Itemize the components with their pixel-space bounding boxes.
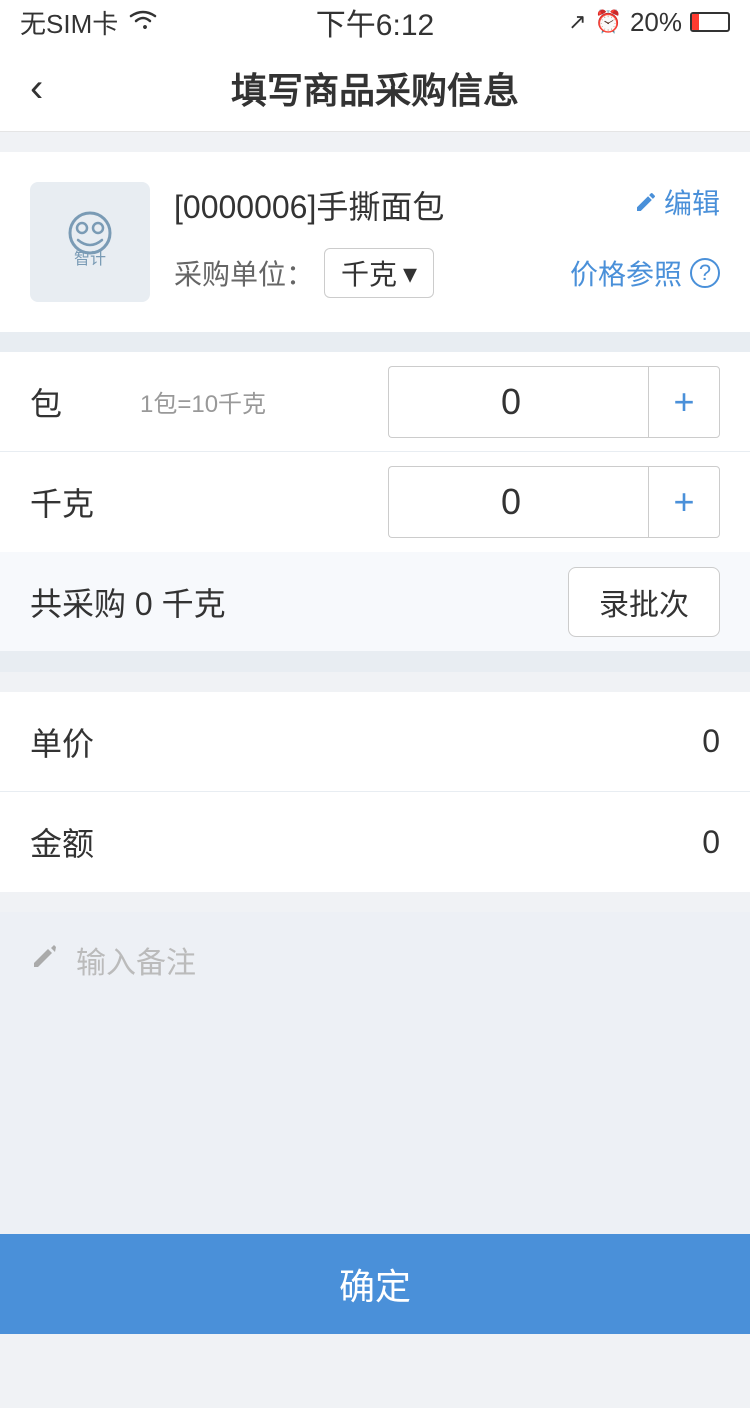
nav-bar: ‹ 填写商品采购信息	[0, 44, 750, 132]
status-bar-right: ↗ ⏰ 20%	[568, 7, 730, 38]
product-image: 智计	[30, 182, 150, 302]
unit-value: 千克	[341, 253, 397, 293]
total-row: 共采购 0 千克 录批次	[0, 552, 750, 652]
section-divider-1	[0, 332, 750, 352]
location-icon: ↗	[568, 9, 586, 35]
kg-plus-button[interactable]: +	[648, 466, 720, 538]
dropdown-icon: ▾	[403, 257, 417, 290]
product-card: 智计 [0000006]手撕面包 编辑 采购单位： 千克 ▾	[0, 152, 750, 332]
main-content: 智计 [0000006]手撕面包 编辑 采购单位： 千克 ▾	[0, 152, 750, 1408]
input-section: 包 1包=10千克 + 千克 +	[0, 352, 750, 552]
note-placeholder: 输入备注	[76, 938, 196, 982]
product-header: [0000006]手撕面包 编辑	[174, 182, 720, 228]
amount-label: 金额	[30, 819, 94, 865]
batch-button[interactable]: 录批次	[568, 567, 720, 637]
note-section[interactable]: 输入备注	[0, 912, 750, 1008]
kg-label: 千克	[30, 479, 130, 525]
kg-input-wrap: +	[388, 466, 720, 538]
status-bar: 无SIM卡 下午6:12 ↗ ⏰ 20%	[0, 0, 750, 44]
product-info: [0000006]手撕面包 编辑 采购单位： 千克 ▾ 价格参照	[174, 182, 720, 298]
product-logo: 智计	[50, 208, 130, 277]
total-text: 共采购 0 千克	[30, 579, 226, 625]
amount-value: 0	[702, 824, 720, 861]
alarm-icon: ⏰	[595, 9, 622, 35]
kg-input[interactable]	[388, 466, 648, 538]
bao-plus-button[interactable]: +	[648, 366, 720, 438]
unit-price-value: 0	[702, 723, 720, 760]
price-section: 单价 0 金额 0	[0, 692, 750, 892]
amount-row: 金额 0	[0, 792, 750, 892]
kg-row: 千克 +	[0, 452, 750, 552]
pencil-icon	[30, 941, 60, 979]
bao-label: 包	[30, 379, 130, 425]
price-ref-button[interactable]: 价格参照 ?	[570, 253, 720, 293]
page-title: 填写商品采购信息	[231, 62, 519, 114]
battery-icon	[690, 12, 730, 32]
confirm-button[interactable]: 确定	[0, 1234, 750, 1334]
product-unit-row: 采购单位： 千克 ▾ 价格参照 ?	[174, 248, 720, 298]
price-ref-icon: ?	[690, 258, 720, 288]
bao-sublabel: 1包=10千克	[140, 384, 388, 419]
status-bar-time: 下午6:12	[316, 0, 434, 44]
status-bar-left: 无SIM卡	[20, 4, 158, 41]
section-divider-2	[0, 652, 750, 672]
unit-select[interactable]: 千克 ▾	[324, 248, 434, 298]
battery-percent: 20%	[630, 7, 682, 38]
confirm-button-label: 确定	[339, 1258, 411, 1310]
product-name: [0000006]手撕面包	[174, 182, 444, 228]
edit-button[interactable]: 编辑	[634, 182, 720, 222]
back-button[interactable]: ‹	[30, 58, 63, 118]
unit-price-row: 单价 0	[0, 692, 750, 792]
svg-text:智计: 智计	[74, 250, 106, 268]
price-ref-label: 价格参照	[570, 253, 682, 293]
carrier-text: 无SIM卡	[20, 4, 118, 41]
unit-label: 采购单位：	[174, 253, 314, 293]
bao-input-wrap: +	[388, 366, 720, 438]
unit-price-label: 单价	[30, 719, 94, 765]
bao-input[interactable]	[388, 366, 648, 438]
wifi-icon	[128, 7, 158, 38]
bao-row: 包 1包=10千克 +	[0, 352, 750, 452]
